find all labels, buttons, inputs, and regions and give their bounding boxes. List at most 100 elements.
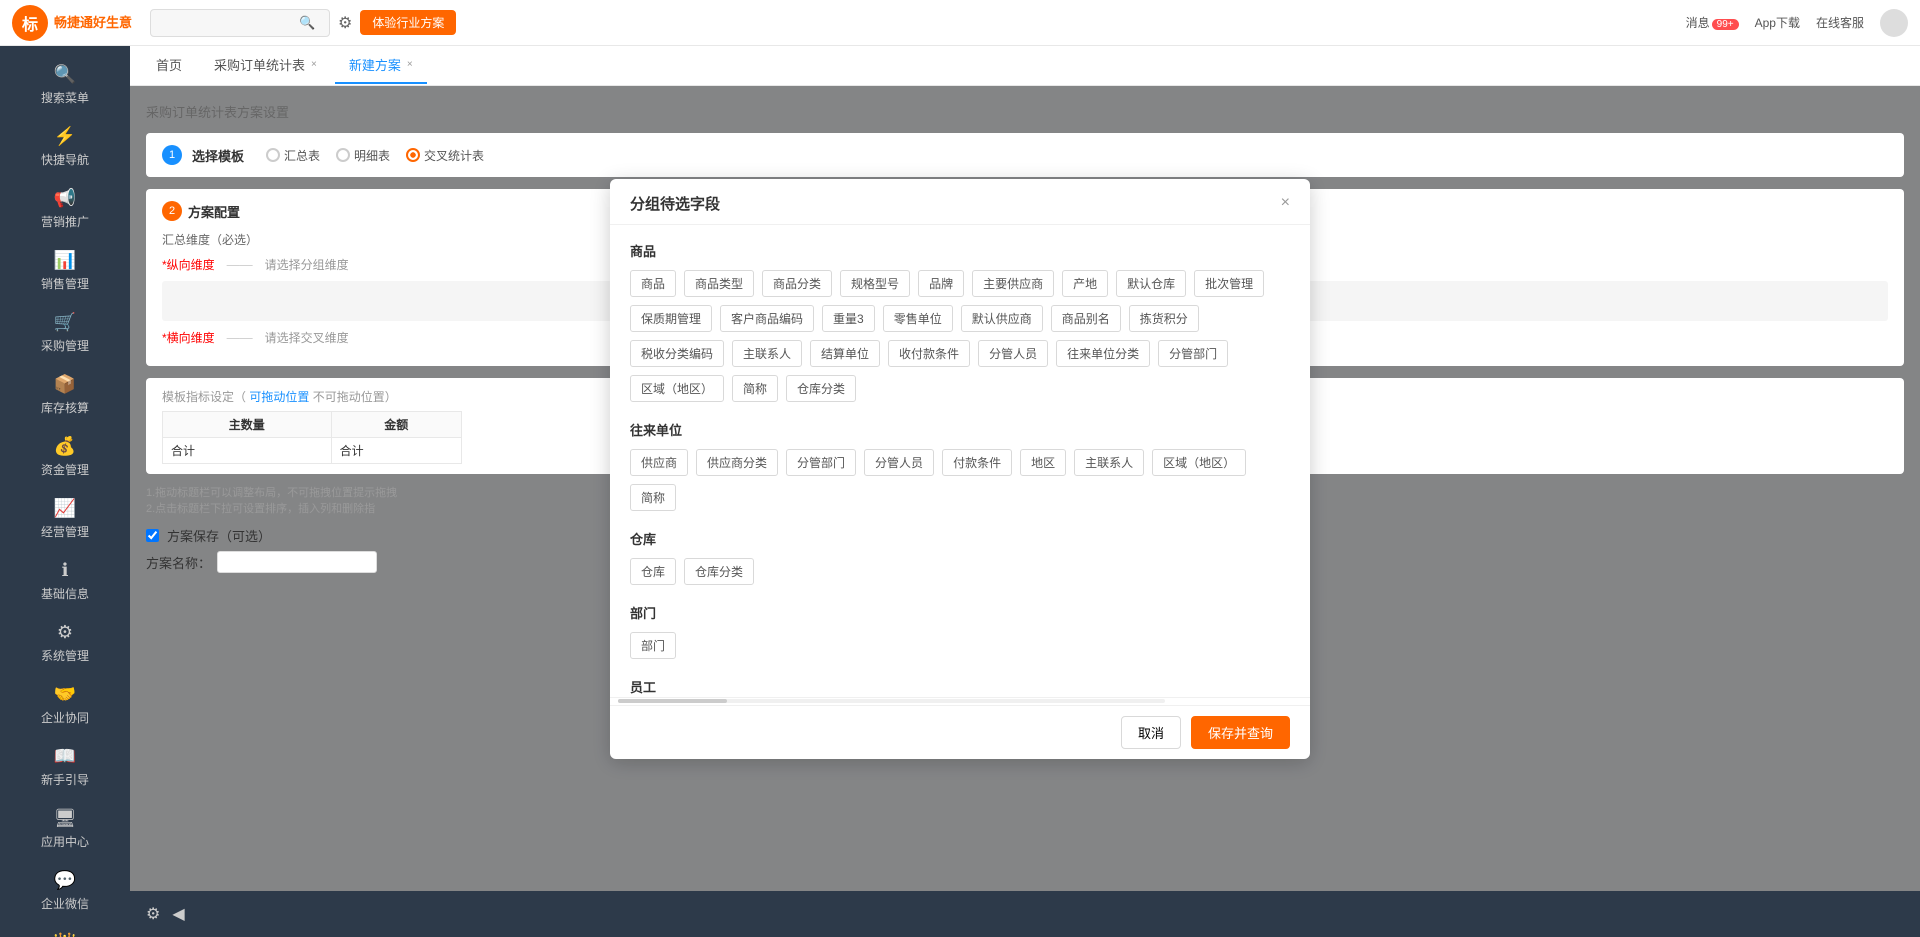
header-right: 消息99+ App下载 在线客服 — [1686, 9, 1908, 37]
field-tag[interactable]: 规格型号 — [840, 270, 910, 297]
sidebar-item-system[interactable]: ⚙ 系统管理 — [0, 612, 130, 674]
sidebar-item-appstore[interactable]: 🖥 应用中心 — [0, 798, 130, 860]
app-download[interactable]: App下载 — [1755, 14, 1800, 31]
field-tag[interactable]: 商品分类 — [762, 270, 832, 297]
dialog-footer: 取消 保存并查询 — [610, 705, 1310, 759]
field-tag[interactable]: 商品 — [630, 270, 676, 297]
bottom-bar: ⚙ ◀ — [130, 891, 1920, 937]
field-tag[interactable]: 简称 — [732, 375, 778, 402]
field-tag[interactable]: 重量3 — [822, 305, 875, 332]
field-tag[interactable]: 分管部门 — [1158, 340, 1228, 367]
sidebar-item-inventory[interactable]: 📦 库存核算 — [0, 364, 130, 426]
cancel-button[interactable]: 取消 — [1121, 716, 1181, 749]
option-cross[interactable]: 交叉统计表 — [406, 147, 484, 164]
step1-options: 汇总表 明细表 交叉统计表 — [266, 147, 484, 164]
field-tag[interactable]: 零售单位 — [883, 305, 953, 332]
sidebar-item-marketing[interactable]: 📢 营销推广 — [0, 178, 130, 240]
row-dim-divider: —— — [227, 257, 253, 272]
field-tag[interactable]: 区域（地区） — [1152, 449, 1246, 476]
tab-close-purchase[interactable]: × — [311, 59, 317, 70]
sidebar-item-finance[interactable]: 💰 资金管理 — [0, 426, 130, 488]
field-tag[interactable]: 默认供应商 — [961, 305, 1043, 332]
sidebar-item-wechat[interactable]: 💬 企业微信 — [0, 860, 130, 922]
confirm-button[interactable]: 保存并查询 — [1191, 716, 1290, 749]
field-tag[interactable]: 区域（地区） — [630, 375, 724, 402]
option-summary[interactable]: 汇总表 — [266, 147, 320, 164]
field-tag[interactable]: 部门 — [630, 632, 676, 659]
field-tag[interactable]: 仓库分类 — [684, 558, 754, 585]
field-tag[interactable]: 分管部门 — [786, 449, 856, 476]
sidebar-item-sales[interactable]: 📊 销售管理 — [0, 240, 130, 302]
group-title-dept: 部门 — [630, 603, 1290, 622]
field-tag[interactable]: 品牌 — [918, 270, 964, 297]
field-tag[interactable]: 往来单位分类 — [1056, 340, 1150, 367]
system-icon: ⚙ — [57, 622, 73, 643]
radio-summary[interactable] — [266, 148, 280, 162]
field-tag[interactable]: 主联系人 — [732, 340, 802, 367]
experience-button[interactable]: 体验行业方案 — [360, 10, 456, 35]
search-input[interactable] — [159, 16, 299, 30]
field-tag[interactable]: 税收分类编码 — [630, 340, 724, 367]
dialog-hscrollbar[interactable] — [610, 697, 1310, 704]
radio-detail[interactable] — [336, 148, 350, 162]
dialog-close-button[interactable]: × — [1281, 194, 1290, 212]
field-tag[interactable]: 主要供应商 — [972, 270, 1054, 297]
tab-home[interactable]: 首页 — [142, 47, 196, 84]
field-tag[interactable]: 默认仓库 — [1116, 270, 1186, 297]
bottom-gear-icon[interactable]: ⚙ — [146, 904, 160, 924]
step1-label: 选择模板 — [192, 146, 244, 165]
sidebar-label-quick: 快捷导航 — [41, 151, 89, 168]
field-tag[interactable]: 主联系人 — [1074, 449, 1144, 476]
notification[interactable]: 消息99+ — [1686, 14, 1739, 31]
field-tag[interactable]: 拣货积分 — [1129, 305, 1199, 332]
stats-col1-header: 主数量 — [163, 412, 332, 438]
settings-icon[interactable]: ⚙ — [338, 13, 352, 33]
group-title-warehouse: 仓库 — [630, 529, 1290, 548]
tab-purchase[interactable]: 采购订单统计表 × — [200, 47, 331, 84]
field-tag[interactable]: 供应商 — [630, 449, 688, 476]
field-tag[interactable]: 付款条件 — [942, 449, 1012, 476]
product-tags: 商品 商品类型 商品分类 规格型号 品牌 主要供应商 产地 默认仓库 批次管理 … — [630, 270, 1290, 402]
basic-icon: ℹ — [62, 560, 69, 581]
sidebar-item-ops[interactable]: 📈 经营管理 — [0, 488, 130, 550]
field-tag[interactable]: 保质期管理 — [630, 305, 712, 332]
online-service[interactable]: 在线客服 — [1816, 14, 1864, 31]
field-tag[interactable]: 商品别名 — [1051, 305, 1121, 332]
save-checkbox[interactable] — [146, 529, 159, 542]
field-tag[interactable]: 分管人员 — [978, 340, 1048, 367]
col-dim-divider: —— — [227, 330, 253, 345]
sidebar-item-collab[interactable]: 🤝 企业协同 — [0, 674, 130, 736]
sidebar-item-guide[interactable]: 📖 新手引导 — [0, 736, 130, 798]
search-bar[interactable]: 🔍 — [150, 9, 330, 37]
sidebar-item-quick[interactable]: ⚡ 快捷导航 — [0, 116, 130, 178]
field-tag[interactable]: 结算单位 — [810, 340, 880, 367]
sidebar-item-member[interactable]: 👑 畅会员 — [0, 922, 130, 937]
field-tag[interactable]: 地区 — [1020, 449, 1066, 476]
sidebar-item-basic[interactable]: ℹ 基础信息 — [0, 550, 130, 612]
option-detail[interactable]: 明细表 — [336, 147, 390, 164]
field-tag[interactable]: 供应商分类 — [696, 449, 778, 476]
field-tag[interactable]: 简称 — [630, 484, 676, 511]
solution-name-input[interactable] — [217, 551, 377, 573]
tab-new-plan[interactable]: 新建方案 × — [335, 47, 427, 84]
dialog-title: 分组待选字段 — [630, 193, 720, 214]
sidebar: 🔍 搜索菜单 ⚡ 快捷导航 📢 营销推广 📊 销售管理 🛒 采购管理 — [0, 46, 130, 937]
step1-card: 1 选择模板 汇总表 明细表 — [146, 133, 1904, 177]
field-tag[interactable]: 仓库分类 — [786, 375, 856, 402]
field-tag[interactable]: 收付款条件 — [888, 340, 970, 367]
sidebar-item-search[interactable]: 🔍 搜索菜单 — [0, 54, 130, 116]
field-tag[interactable]: 客户商品编码 — [720, 305, 814, 332]
field-tag[interactable]: 批次管理 — [1194, 270, 1264, 297]
user-avatar[interactable] — [1880, 9, 1908, 37]
field-tag[interactable]: 产地 — [1062, 270, 1108, 297]
sidebar-item-purchase[interactable]: 🛒 采购管理 — [0, 302, 130, 364]
field-tag[interactable]: 仓库 — [630, 558, 676, 585]
tab-close-new-plan[interactable]: × — [407, 59, 413, 70]
field-tag[interactable]: 分管人员 — [864, 449, 934, 476]
warehouse-tags: 仓库 仓库分类 — [630, 558, 1290, 585]
bottom-volume-icon[interactable]: ◀ — [172, 904, 184, 924]
partner-tags: 供应商 供应商分类 分管部门 分管人员 付款条件 地区 主联系人 区域（地区） … — [630, 449, 1290, 511]
logo: 标 畅捷通好生意 — [12, 5, 142, 41]
field-tag[interactable]: 商品类型 — [684, 270, 754, 297]
radio-cross[interactable] — [406, 148, 420, 162]
